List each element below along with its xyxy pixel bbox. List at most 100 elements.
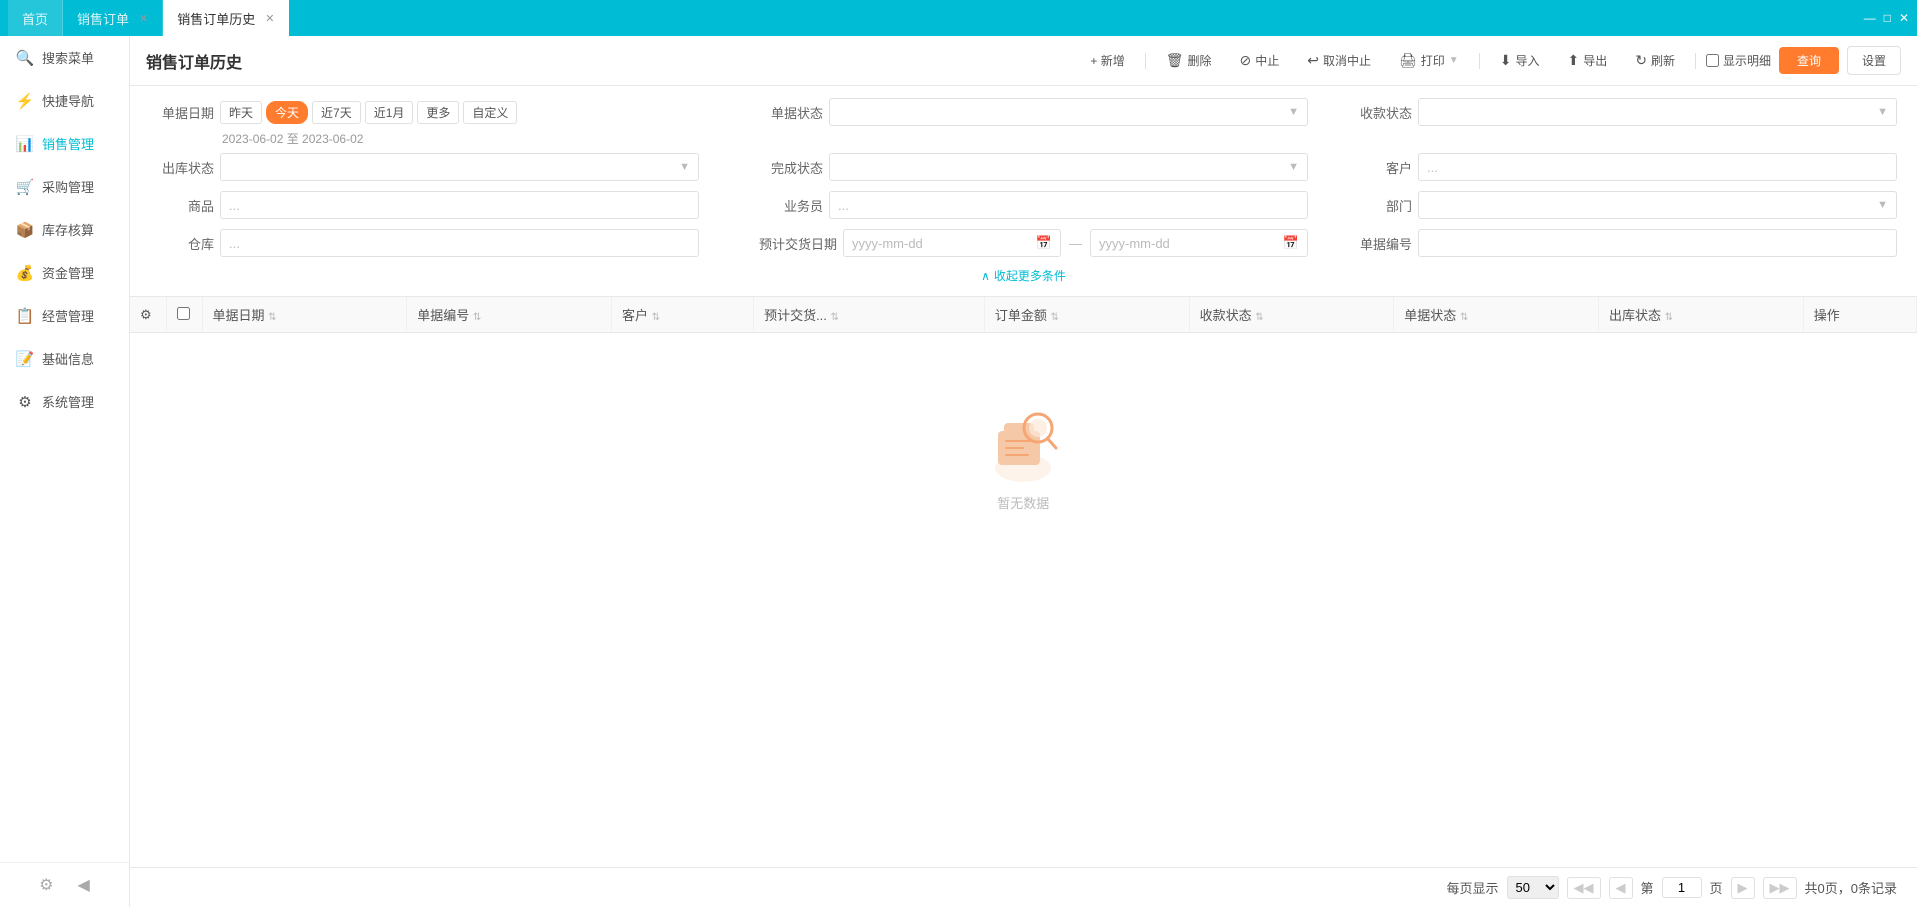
collapse-bar[interactable]: ∧ 收起更多条件 xyxy=(150,267,1897,284)
sidebar-item-base-info[interactable]: 📝 基础信息 xyxy=(0,337,129,380)
settings-filter-btn[interactable]: 设置 xyxy=(1847,46,1901,75)
sales-order-tab-close[interactable]: ✕ xyxy=(139,12,148,25)
maximize-btn[interactable]: □ xyxy=(1884,11,1891,25)
last-page-btn[interactable]: ▶▶ xyxy=(1763,877,1797,899)
warehouse-input[interactable]: ... xyxy=(220,229,699,257)
salesperson-input[interactable]: ... xyxy=(829,191,1308,219)
cancel-stop-btn[interactable]: ↩ 取消中止 xyxy=(1297,48,1381,73)
total-text: 共0页，0条记录 xyxy=(1805,878,1897,897)
page-number-input[interactable] xyxy=(1662,877,1702,898)
delivery-status-label: 出库状态 xyxy=(150,158,214,177)
sort-deliverydate-icon[interactable]: ⇅ xyxy=(831,312,839,323)
page-title: 销售订单历史 xyxy=(146,49,242,73)
filter-row-3: 商品 ... 业务员 ... 部门 ▼ xyxy=(150,191,1897,219)
sort-deliverystatus-icon[interactable]: ⇅ xyxy=(1665,312,1673,323)
sort-customer-icon[interactable]: ⇅ xyxy=(652,312,660,323)
page-suffix: 页 xyxy=(1710,878,1723,897)
sort-amount-icon[interactable]: ⇅ xyxy=(1051,312,1059,323)
sales-order-history-tab-close[interactable]: ✕ xyxy=(265,12,274,25)
sidebar-item-label-operations: 经营管理 xyxy=(42,306,94,325)
product-input[interactable]: ... xyxy=(220,191,699,219)
sort-date-icon[interactable]: ⇅ xyxy=(268,312,276,323)
select-all-checkbox[interactable] xyxy=(177,307,190,320)
complete-status-select[interactable]: ▼ xyxy=(829,153,1308,181)
print-btn[interactable]: 🖨 打印 ▼ xyxy=(1389,48,1469,73)
sidebar-item-quick-nav[interactable]: ⚡ 快捷导航 xyxy=(0,79,129,122)
sort-paymentstatus-icon[interactable]: ⇅ xyxy=(1255,312,1263,323)
date-btn-today[interactable]: 今天 xyxy=(266,101,308,124)
date-btn-last1m[interactable]: 近1月 xyxy=(365,101,414,124)
sidebar-collapse-btn[interactable]: ◀ xyxy=(70,871,98,899)
sort-orderstatus-icon[interactable]: ⇅ xyxy=(1460,312,1468,323)
import-btn[interactable]: ⬇ 导入 xyxy=(1490,48,1550,73)
filter-panel: 单据日期 昨天 今天 近7天 近1月 更多 自定义 单据状态 ▼ xyxy=(130,86,1917,297)
date-btn-more[interactable]: 更多 xyxy=(417,101,459,124)
table-settings-icon[interactable]: ⚙ xyxy=(140,307,152,322)
delivery-date-to[interactable]: yyyy-mm-dd 📅 xyxy=(1090,229,1308,257)
filter-row-1: 单据日期 昨天 今天 近7天 近1月 更多 自定义 单据状态 ▼ xyxy=(150,98,1897,126)
delivery-date-from[interactable]: yyyy-mm-dd 📅 xyxy=(843,229,1061,257)
sidebar-item-finance[interactable]: 💰 资金管理 xyxy=(0,251,129,294)
order-status-label: 单据状态 xyxy=(759,103,823,122)
dept-arrow-icon: ▼ xyxy=(1877,199,1888,211)
sidebar-settings-btn[interactable]: ⚙ xyxy=(31,871,61,899)
order-status-select[interactable]: ▼ xyxy=(829,98,1308,126)
sidebar-item-search-menu[interactable]: 🔍 搜索菜单 xyxy=(0,36,129,79)
new-btn[interactable]: + 新增 xyxy=(1080,48,1134,73)
sys-admin-icon: ⚙ xyxy=(16,393,34,411)
payment-status-label: 收款状态 xyxy=(1348,103,1412,122)
query-btn[interactable]: 查询 xyxy=(1779,47,1839,74)
th-delivery-status: 出库状态 ⇅ xyxy=(1599,297,1804,333)
sidebar-item-label-finance: 资金管理 xyxy=(42,263,94,282)
delivery-status-select[interactable]: ▼ xyxy=(220,153,699,181)
next-page-btn[interactable]: ▶ xyxy=(1731,877,1755,899)
sidebar-item-operations[interactable]: 📋 经营管理 xyxy=(0,294,129,337)
search-menu-icon: 🔍 xyxy=(16,49,34,67)
tab-sales-order-history[interactable]: 销售订单历史 ✕ xyxy=(163,0,289,36)
minimize-btn[interactable]: — xyxy=(1864,11,1876,25)
date-to-placeholder: yyyy-mm-dd xyxy=(1099,236,1170,251)
th-date: 单据日期 ⇅ xyxy=(202,297,407,333)
sort-orderno-icon[interactable]: ⇅ xyxy=(473,312,481,323)
order-no-input[interactable] xyxy=(1418,229,1897,257)
date-btn-custom[interactable]: 自定义 xyxy=(463,101,517,124)
page-size-select[interactable]: 10 20 50 100 xyxy=(1507,876,1559,899)
salesperson-more-icon: ... xyxy=(838,198,849,213)
dept-filter: 部门 ▼ xyxy=(1348,191,1897,219)
order-status-filter: 单据状态 ▼ xyxy=(759,98,1308,126)
prev-page-btn[interactable]: ◀ xyxy=(1609,877,1633,899)
th-checkbox xyxy=(166,297,202,333)
first-page-btn[interactable]: ◀◀ xyxy=(1567,877,1601,899)
divider-1 xyxy=(1145,53,1146,69)
sidebar-item-sys-admin[interactable]: ⚙ 系统管理 xyxy=(0,380,129,423)
tab-sales-order[interactable]: 销售订单 ✕ xyxy=(63,0,163,36)
export-btn[interactable]: ⬆ 导出 xyxy=(1557,48,1617,73)
close-btn[interactable]: ✕ xyxy=(1899,11,1909,25)
refresh-btn[interactable]: ↻ 刷新 xyxy=(1625,48,1685,73)
warehouse-label: 仓库 xyxy=(150,234,214,253)
export-icon: ⬆ xyxy=(1567,52,1579,69)
tab-home[interactable]: 首页 xyxy=(8,0,63,36)
date-btn-yesterday[interactable]: 昨天 xyxy=(220,101,262,124)
sidebar-item-inventory[interactable]: 📦 库存核算 xyxy=(0,208,129,251)
display-detail-checkbox[interactable] xyxy=(1706,54,1719,67)
top-bar: 首页 销售订单 ✕ 销售订单历史 ✕ — □ ✕ xyxy=(0,0,1917,36)
sidebar-item-label-purchase: 采购管理 xyxy=(42,177,94,196)
dept-select[interactable]: ▼ xyxy=(1418,191,1897,219)
delete-btn[interactable]: 🗑 删除 xyxy=(1156,48,1222,73)
empty-illustration xyxy=(968,393,1078,493)
customer-input[interactable]: ... xyxy=(1418,153,1897,181)
stop-btn[interactable]: ⊘ 中止 xyxy=(1230,48,1290,73)
page-label: 第 xyxy=(1641,878,1654,897)
payment-status-select[interactable]: ▼ xyxy=(1418,98,1897,126)
sidebar: 🔍 搜索菜单 ⚡ 快捷导航 📊 销售管理 🛒 采购管理 📦 库存核算 💰 资金管… xyxy=(0,36,130,907)
content-area: 销售订单历史 + 新增 🗑 删除 ⊘ 中止 ↩ 取消中止 🖨 xyxy=(130,36,1917,907)
delete-icon: 🗑 xyxy=(1166,52,1184,69)
sidebar-item-sales-mgmt[interactable]: 📊 销售管理 xyxy=(0,122,129,165)
date-control: 昨天 今天 近7天 近1月 更多 自定义 xyxy=(220,101,699,124)
sidebar-item-purchase-mgmt[interactable]: 🛒 采购管理 xyxy=(0,165,129,208)
date-btn-last7[interactable]: 近7天 xyxy=(312,101,361,124)
base-info-icon: 📝 xyxy=(16,350,34,368)
quick-nav-icon: ⚡ xyxy=(16,92,34,110)
date-separator: — xyxy=(1065,236,1086,251)
